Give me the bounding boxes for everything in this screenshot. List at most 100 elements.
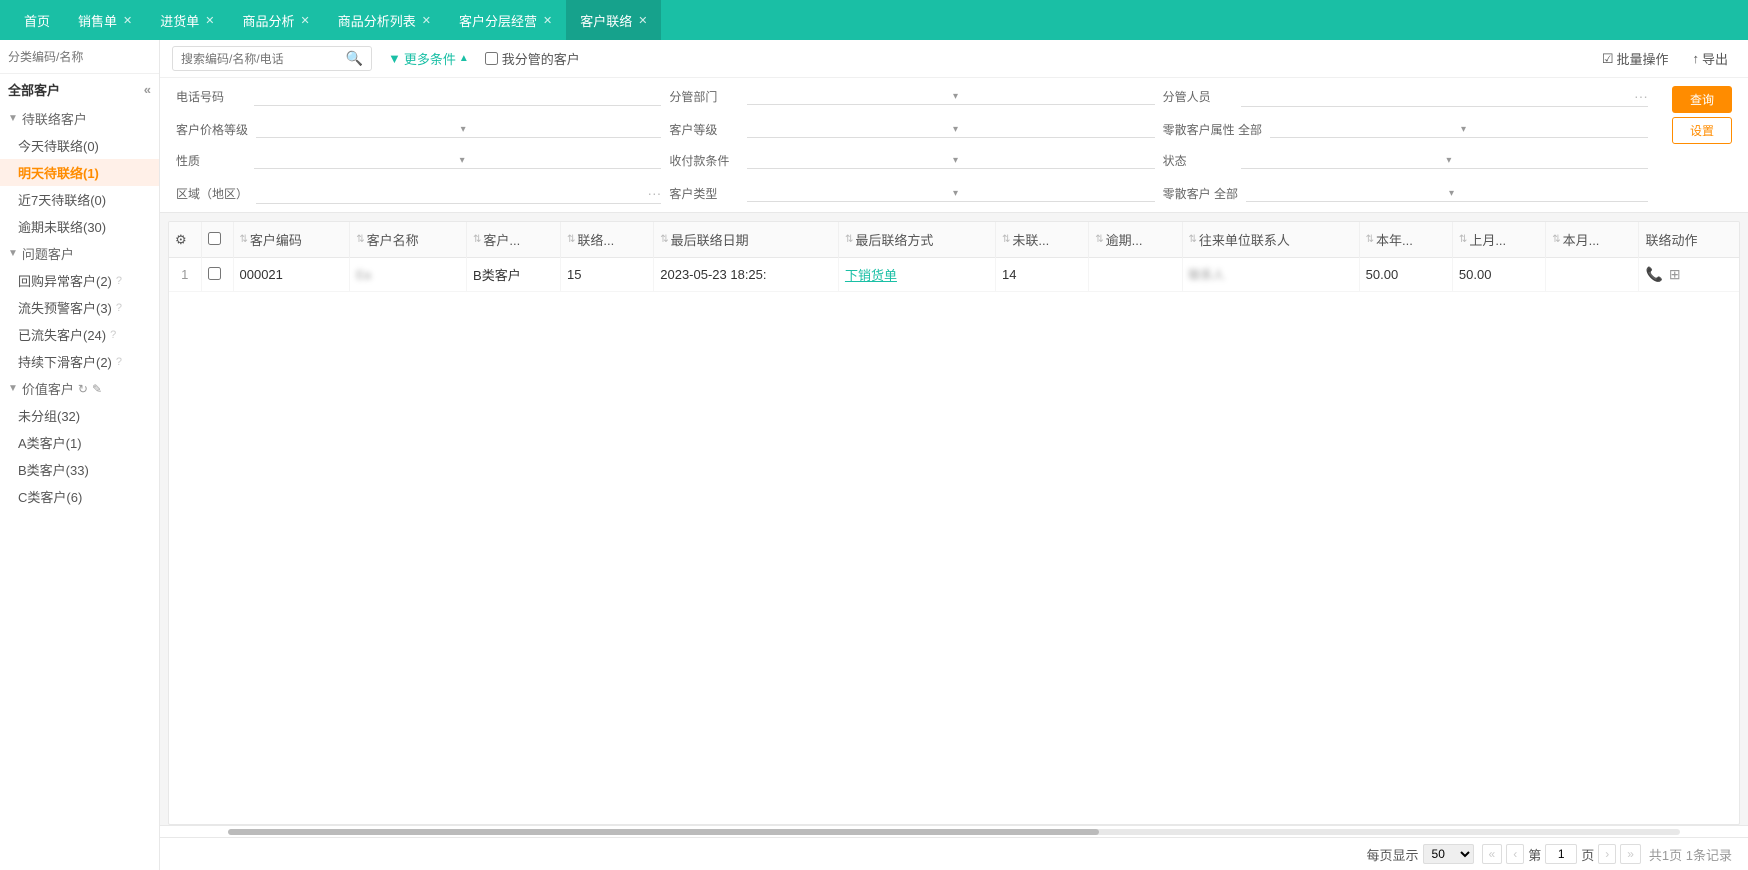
status-label: 状态: [1163, 152, 1233, 169]
query-button[interactable]: 查询: [1672, 86, 1732, 113]
sidebar-item-repurchase-abnormal[interactable]: 回购异常客户(2) ?: [0, 267, 159, 294]
sidebar-item-class-a[interactable]: A类客户(1): [0, 429, 159, 456]
chevron-down-icon: ▾: [461, 124, 658, 135]
nav-home[interactable]: 首页: [10, 0, 64, 40]
phone-label: 电话号码: [176, 88, 246, 105]
settings-button[interactable]: 设置: [1672, 117, 1732, 144]
retail-customer-select[interactable]: ▾: [1246, 186, 1648, 202]
status-select[interactable]: ▾: [1241, 153, 1648, 169]
sidebar-group-problem-customers[interactable]: ▼ 问题客户: [0, 240, 159, 267]
nature-select[interactable]: ▾: [254, 153, 661, 169]
page-size-select[interactable]: 50 100 200: [1423, 844, 1474, 864]
gear-icon[interactable]: ⚙: [175, 232, 187, 247]
th-contact-action: 联络动作: [1639, 222, 1739, 258]
filter-row-1: 电话号码 分管部门 ▾ 分管人员: [176, 86, 1656, 107]
nav-product-analysis-list-close[interactable]: ✕: [422, 14, 431, 27]
sidebar-collapse-icon[interactable]: «: [144, 82, 151, 97]
export-icon: ↑: [1692, 51, 1699, 66]
customers-table: ⚙ ⇅ 客户编码 ⇅: [169, 222, 1739, 292]
th-unit-contact: ⇅ 往来单位联系人: [1182, 222, 1359, 258]
sort-icon: ⇅: [1002, 234, 1010, 245]
help-icon[interactable]: ?: [110, 329, 116, 341]
checkbox-icon: ☑: [1602, 51, 1614, 67]
row-checkbox[interactable]: [208, 267, 221, 280]
filter-icon: ▼: [388, 51, 401, 66]
help-icon[interactable]: ?: [116, 275, 122, 287]
chevron-down-icon: ▾: [1449, 188, 1644, 199]
price-level-select[interactable]: ▾: [256, 122, 661, 138]
my-customers-checkbox[interactable]: [485, 52, 498, 65]
grid-action-icon[interactable]: ⊞: [1669, 266, 1681, 283]
table-row: 1 000021 Ea B类客户 15 2023-05-23 18:25: 下销…: [169, 258, 1739, 292]
sidebar-group-pending-contact[interactable]: ▼ 待联络客户: [0, 105, 159, 132]
help-icon[interactable]: ?: [116, 302, 122, 314]
chevron-down-icon: ▾: [460, 155, 658, 166]
sidebar-search-input[interactable]: [8, 50, 160, 64]
first-page-button[interactable]: «: [1482, 844, 1503, 864]
advanced-filter: 电话号码 分管部门 ▾ 分管人员: [160, 78, 1748, 213]
person-dots[interactable]: ···: [1634, 88, 1648, 104]
prev-page-button[interactable]: ‹: [1506, 844, 1524, 864]
last-contact-method-link[interactable]: 下销货单: [845, 268, 897, 283]
help-icon[interactable]: ?: [116, 356, 122, 368]
cell-contact-count: 15: [560, 258, 653, 292]
export-button[interactable]: ↑ 导出: [1684, 46, 1736, 71]
area-dots[interactable]: ···: [647, 185, 661, 201]
sidebar-item-tomorrow[interactable]: 明天待联络(1): [0, 159, 159, 186]
sidebar-item-ungrouped[interactable]: 未分组(32): [0, 402, 159, 429]
refresh-icon[interactable]: ↻: [78, 382, 88, 396]
action-icons: 📞 ⊞: [1645, 266, 1733, 283]
customer-level-select[interactable]: ▾: [747, 122, 1154, 138]
customer-type-select[interactable]: ▾: [747, 186, 1154, 202]
cell-customer-type: B类客户: [467, 258, 561, 292]
nav-product-analysis[interactable]: 商品分析 ✕: [228, 0, 323, 40]
last-page-button[interactable]: »: [1620, 844, 1641, 864]
filter-cell-customer-type: 客户类型 ▾: [669, 185, 1162, 202]
nav-customer-contact-close[interactable]: ✕: [638, 14, 647, 27]
edit-icon[interactable]: ✎: [92, 382, 102, 396]
payment-select[interactable]: ▾: [747, 153, 1154, 169]
select-all-checkbox[interactable]: [208, 232, 221, 245]
nav-sales-close[interactable]: ✕: [123, 14, 132, 27]
chevron-down-icon: ▾: [953, 155, 1151, 166]
nav-purchase[interactable]: 进货单 ✕: [146, 0, 228, 40]
more-conditions-button[interactable]: ▼ 更多条件 ▲: [380, 46, 477, 71]
sidebar-search-wrap: 🔍: [0, 40, 159, 74]
nav-customer-segmentation[interactable]: 客户分层经营 ✕: [445, 0, 566, 40]
cell-overdue: [1089, 258, 1182, 292]
sidebar-all-customers[interactable]: 全部客户 «: [0, 74, 159, 105]
dept-select[interactable]: ▾: [747, 89, 1154, 105]
nav-sales[interactable]: 销售单 ✕: [64, 0, 146, 40]
sidebar-item-week7[interactable]: 近7天待联络(0): [0, 186, 159, 213]
sidebar-item-losing[interactable]: 流失预警客户(3) ?: [0, 294, 159, 321]
filter-cell-nature: 性质 ▾: [176, 152, 669, 169]
sidebar-item-class-c[interactable]: C类客户(6): [0, 483, 159, 510]
sidebar-item-class-b[interactable]: B类客户(33): [0, 456, 159, 483]
my-customers-checkbox-wrap[interactable]: 我分管的客户: [485, 49, 580, 68]
customer-type-label: 客户类型: [669, 185, 739, 202]
phone-input[interactable]: [254, 87, 661, 106]
cell-last-contact-method[interactable]: 下销货单: [838, 258, 995, 292]
page-number-input[interactable]: [1545, 844, 1577, 864]
filter-row-3: 性质 ▾ 收付款条件 ▾: [176, 152, 1656, 169]
cell-contact-action: 📞 ⊞: [1639, 258, 1739, 292]
main-search-input[interactable]: [181, 52, 342, 66]
sidebar-item-declining[interactable]: 持续下滑客户(2) ?: [0, 348, 159, 375]
retail-attr-select[interactable]: ▾: [1270, 122, 1648, 138]
th-settings[interactable]: ⚙: [169, 222, 201, 258]
bulk-operation-button[interactable]: ☑ 批量操作: [1594, 46, 1677, 71]
nav-product-analysis-list[interactable]: 商品分析列表 ✕: [324, 0, 445, 40]
next-page-button[interactable]: ›: [1598, 844, 1616, 864]
nav-product-analysis-close[interactable]: ✕: [301, 14, 310, 27]
nav-purchase-close[interactable]: ✕: [205, 14, 214, 27]
main-search-icon[interactable]: 🔍: [346, 50, 363, 67]
nav-customer-contact[interactable]: 客户联络 ✕: [566, 0, 661, 40]
content-area: 🔍 ▼ 更多条件 ▲ 我分管的客户 ☑ 批量操作 ↑ 导出: [160, 40, 1748, 870]
sidebar-item-today[interactable]: 今天待联络(0): [0, 132, 159, 159]
phone-action-icon[interactable]: 📞: [1645, 266, 1662, 283]
sidebar-group-value-customers[interactable]: ▼ 价值客户 ↻ ✎: [0, 375, 159, 402]
table-area: ⚙ ⇅ 客户编码 ⇅: [168, 221, 1740, 825]
sidebar-item-overdue[interactable]: 逾期未联络(30): [0, 213, 159, 240]
sidebar-item-lost[interactable]: 已流失客户(24) ?: [0, 321, 159, 348]
nav-customer-segmentation-close[interactable]: ✕: [543, 14, 552, 27]
